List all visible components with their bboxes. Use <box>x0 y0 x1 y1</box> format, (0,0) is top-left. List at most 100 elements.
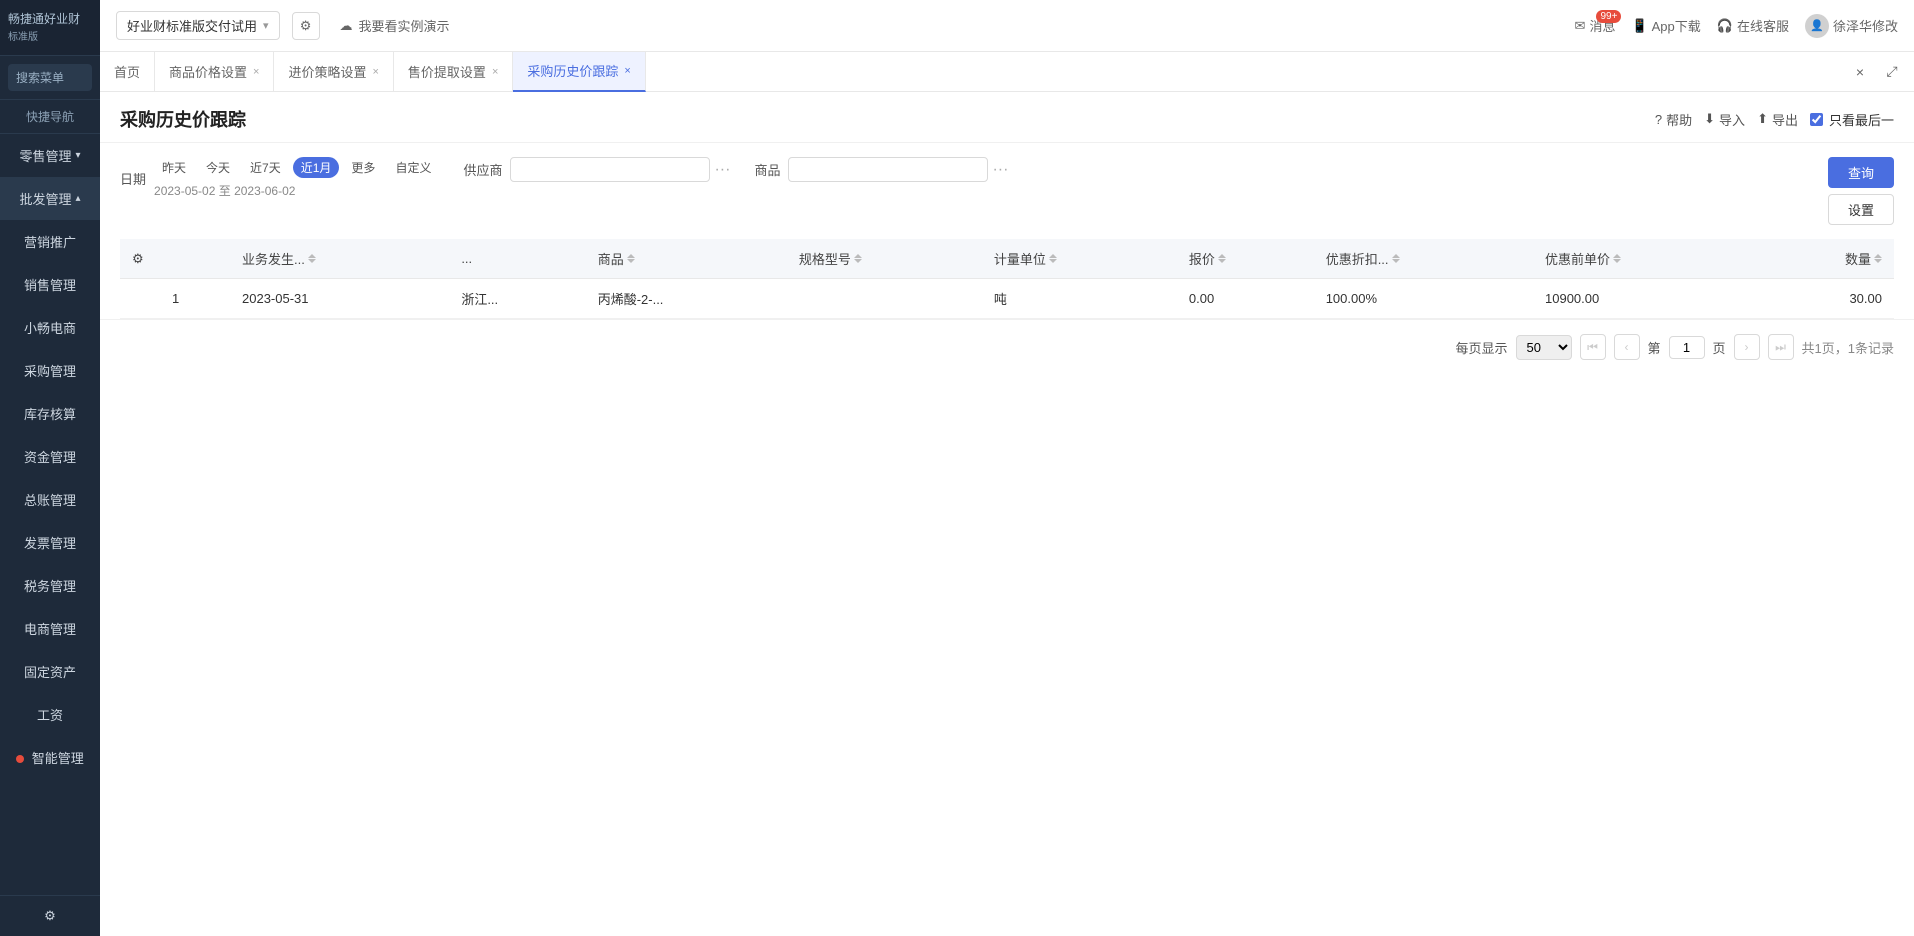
sidebar-item-smart[interactable]: 智能管理 <box>0 736 100 779</box>
maximize-tab-button[interactable]: ⤢ <box>1878 58 1906 86</box>
supplier-filter-label: 供应商 <box>463 160 502 179</box>
th-date[interactable]: 业务发生... <box>230 239 449 279</box>
th-spec[interactable]: 规格型号 <box>787 239 982 279</box>
close-tab-button[interactable]: × <box>1846 58 1874 86</box>
td-supplier: 浙江... <box>449 279 585 319</box>
date-opt-last7[interactable]: 近7天 <box>242 157 289 178</box>
next-page-button[interactable]: › <box>1734 334 1760 360</box>
sort-icon <box>627 254 635 263</box>
product-dots[interactable]: ··· <box>992 161 1008 179</box>
date-opt-custom[interactable]: 自定义 <box>387 157 439 178</box>
sidebar-item-tax[interactable]: 税务管理 <box>0 564 100 607</box>
tab-price[interactable]: 商品价格设置 × <box>155 52 274 92</box>
only-last-checkbox[interactable] <box>1810 113 1823 126</box>
sort-icon <box>854 254 862 263</box>
date-opt-yesterday[interactable]: 昨天 <box>154 157 194 178</box>
th-gear[interactable]: ⚙ <box>120 239 160 279</box>
date-filter-label: 日期 <box>120 169 146 188</box>
td-pre-discount-price: 10900.00 <box>1533 279 1757 319</box>
sidebar-item-purchase[interactable]: 采购管理 <box>0 349 100 392</box>
sidebar-item-marketing[interactable]: 营销推广 <box>0 220 100 263</box>
tabbar: 首页 商品价格设置 × 进价策略设置 × 售价提取设置 × 采购历史价跟踪 × … <box>100 52 1914 92</box>
th-dots[interactable]: ... <box>449 239 585 279</box>
help-button[interactable]: ? 帮助 <box>1655 110 1692 129</box>
sidebar-quicknav[interactable]: 快捷导航 <box>0 100 100 134</box>
sidebar: 畅捷通好业财 标准版 搜索菜单 快捷导航 零售管理 ▾ 批发管理 ▴ 营销推广 … <box>0 0 100 936</box>
th-product[interactable]: 商品 <box>586 239 787 279</box>
supplier-input-wrap: ··· <box>510 157 730 182</box>
search-menu-button[interactable]: 搜索菜单 <box>8 64 92 91</box>
page-size-select[interactable]: 50 10 20 100 <box>1516 335 1572 360</box>
supplier-input[interactable] <box>510 157 710 182</box>
sidebar-item-ledger[interactable]: 总账管理 <box>0 478 100 521</box>
th-pre-discount-price[interactable]: 优惠前单价 <box>1533 239 1757 279</box>
th-unit[interactable]: 计量单位 <box>982 239 1177 279</box>
sidebar-item-purchase-label: 采购管理 <box>24 364 76 379</box>
sidebar-item-wholesale[interactable]: 批发管理 ▴ <box>0 177 100 220</box>
prev-page-button[interactable]: ‹ <box>1614 334 1640 360</box>
last-page-button[interactable]: ⏭ <box>1768 334 1794 360</box>
sidebar-item-ecomm[interactable]: 电商管理 <box>0 607 100 650</box>
sidebar-item-retail[interactable]: 零售管理 ▾ <box>0 134 100 177</box>
sidebar-item-finance[interactable]: 资金管理 <box>0 435 100 478</box>
th-discount[interactable]: 优惠折扣... <box>1314 239 1533 279</box>
date-opt-more[interactable]: 更多 <box>343 157 383 178</box>
sidebar-item-ecomm-label: 电商管理 <box>24 622 76 637</box>
selector-arrow-icon: ▾ <box>263 19 269 32</box>
tab-home[interactable]: 首页 <box>100 52 155 92</box>
first-page-button[interactable]: ⏮ <box>1580 334 1606 360</box>
sidebar-item-assets[interactable]: 固定资产 <box>0 650 100 693</box>
sidebar-item-sales-label: 销售管理 <box>24 278 76 293</box>
sidebar-item-payroll[interactable]: 工资 <box>0 693 100 736</box>
only-last-label: 只看最后一 <box>1829 110 1894 129</box>
user-menu-button[interactable]: 👤 徐泽华修改 <box>1805 14 1898 38</box>
notification-button[interactable]: ✉ 消息 99+ <box>1575 16 1616 35</box>
sort-icon <box>308 254 316 263</box>
th-price[interactable]: 报价 <box>1177 239 1314 279</box>
import-button[interactable]: ⬇ 导入 <box>1704 110 1745 129</box>
close-icon[interactable]: × <box>624 65 630 77</box>
message-icon: ✉ <box>1575 18 1586 34</box>
supplier-filter-group: 供应商 ··· <box>463 157 730 182</box>
avatar: 👤 <box>1805 14 1829 38</box>
product-input[interactable] <box>788 157 988 182</box>
close-icon[interactable]: × <box>372 66 378 78</box>
demo-button[interactable]: ☁ 我要看实例演示 <box>340 16 450 35</box>
th-discount-label: 优惠折扣... <box>1326 249 1389 268</box>
smart-dot-indicator <box>16 755 24 763</box>
online-service-button[interactable]: 🎧 在线客服 <box>1717 16 1789 35</box>
sidebar-item-ecomm-small[interactable]: 小畅电商 <box>0 306 100 349</box>
tab-sale-price[interactable]: 售价提取设置 × <box>394 52 513 92</box>
topbar-gear-button[interactable]: ⚙ <box>292 12 320 40</box>
page-header: 采购历史价跟踪 ? 帮助 ⬇ 导入 ⬆ 导出 <box>100 92 1914 143</box>
query-button[interactable]: 查询 <box>1828 157 1894 188</box>
app-name: 畅捷通好业财 <box>8 12 80 28</box>
supplier-dots[interactable]: ··· <box>714 161 730 179</box>
table-row: 1 2023-05-31 浙江... 丙烯酸-2-... 吨 0.00 100.… <box>120 279 1894 319</box>
export-button[interactable]: ⬆ 导出 <box>1757 110 1798 129</box>
tab-purchase-strategy[interactable]: 进价策略设置 × <box>274 52 393 92</box>
sidebar-item-ecomm-small-label: 小畅电商 <box>24 321 76 336</box>
sidebar-search-area[interactable]: 搜索菜单 <box>0 56 100 100</box>
company-selector[interactable]: 好业财标准版交付试用 ▾ <box>116 11 280 40</box>
gear-icon: ⚙ <box>44 908 56 923</box>
sidebar-item-invoice[interactable]: 发票管理 <box>0 521 100 564</box>
sort-icon <box>1049 254 1057 263</box>
product-filter-label: 商品 <box>754 160 780 179</box>
sidebar-settings[interactable]: ⚙ <box>0 895 100 936</box>
close-icon[interactable]: × <box>492 66 498 78</box>
app-edition: 标准版 <box>8 28 80 43</box>
page: 采购历史价跟踪 ? 帮助 ⬇ 导入 ⬆ 导出 <box>100 92 1914 936</box>
close-icon[interactable]: × <box>253 66 259 78</box>
date-opt-today[interactable]: 今天 <box>198 157 238 178</box>
filter-settings-button[interactable]: 设置 <box>1828 194 1894 225</box>
td-unit: 吨 <box>982 279 1177 319</box>
tab-purchase-history[interactable]: 采购历史价跟踪 × <box>513 52 645 92</box>
th-qty[interactable]: 数量 <box>1757 239 1894 279</box>
sidebar-item-sales[interactable]: 销售管理 <box>0 263 100 306</box>
sidebar-item-inventory[interactable]: 库存核算 <box>0 392 100 435</box>
td-price: 0.00 <box>1177 279 1314 319</box>
app-download-button[interactable]: 📱 App下载 <box>1631 16 1700 35</box>
page-input[interactable] <box>1669 336 1705 359</box>
date-opt-last1m[interactable]: 近1月 <box>293 157 340 178</box>
